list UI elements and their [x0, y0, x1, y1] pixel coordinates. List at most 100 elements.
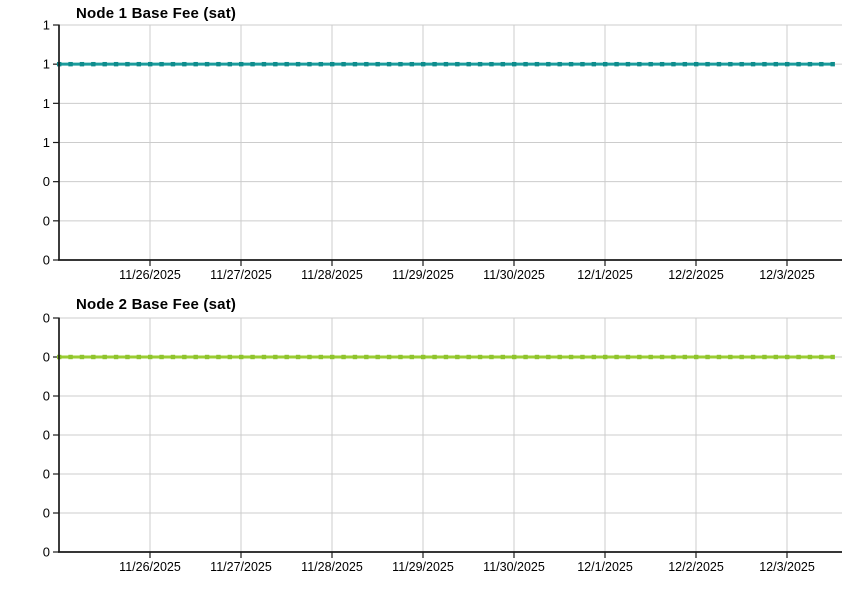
- series-marker: [796, 61, 801, 67]
- series-marker: [125, 354, 130, 360]
- series-marker: [512, 354, 517, 360]
- x-tick-label: 12/3/2025: [759, 560, 815, 574]
- series-marker: [477, 354, 483, 360]
- series-marker: [330, 61, 335, 67]
- series-marker: [750, 61, 756, 67]
- series-marker: [807, 354, 813, 360]
- x-tick-label: 11/28/2025: [301, 560, 363, 574]
- series-marker: [204, 354, 210, 360]
- series-marker: [523, 354, 528, 360]
- series-marker: [625, 61, 631, 67]
- series-marker: [534, 354, 540, 360]
- series-marker: [830, 354, 835, 360]
- series-marker: [512, 61, 517, 67]
- series-marker: [68, 61, 73, 67]
- series-marker: [637, 354, 642, 360]
- series-marker: [785, 354, 790, 360]
- series-marker: [830, 61, 835, 67]
- series-marker: [637, 61, 642, 67]
- series-marker: [386, 61, 392, 67]
- series-marker: [489, 61, 494, 67]
- series-marker: [364, 354, 369, 360]
- y-tick-label: 0: [43, 174, 50, 189]
- x-tick-label: 11/29/2025: [392, 268, 454, 282]
- series-marker: [568, 354, 574, 360]
- series-marker: [443, 61, 449, 67]
- series-marker: [625, 354, 631, 360]
- series-marker: [182, 61, 187, 67]
- series-marker: [750, 354, 756, 360]
- series-marker: [273, 61, 278, 67]
- series-marker: [113, 61, 119, 67]
- series-marker: [705, 354, 710, 360]
- series-marker: [102, 61, 107, 67]
- series-marker: [466, 61, 471, 67]
- x-tick-label: 12/1/2025: [577, 560, 633, 574]
- series-marker: [762, 354, 767, 360]
- series-marker: [603, 354, 608, 360]
- series-marker: [739, 61, 744, 67]
- series-marker: [580, 354, 585, 360]
- series-marker: [193, 61, 198, 67]
- series-marker: [773, 61, 779, 67]
- x-tick-label: 11/29/2025: [392, 560, 454, 574]
- series-marker: [773, 354, 779, 360]
- series-marker: [102, 354, 107, 360]
- y-tick-label: 0: [43, 311, 50, 326]
- series-marker: [716, 354, 722, 360]
- x-tick-label: 11/26/2025: [119, 268, 181, 282]
- series-marker: [603, 61, 608, 67]
- series-marker: [432, 354, 437, 360]
- series-marker: [694, 354, 699, 360]
- series-marker: [659, 61, 665, 67]
- y-tick-label: 1: [43, 135, 50, 150]
- series-marker: [716, 61, 722, 67]
- series-marker: [557, 61, 562, 67]
- series-marker: [239, 354, 244, 360]
- series-marker: [398, 354, 403, 360]
- series-marker: [819, 354, 824, 360]
- y-tick-label: 0: [43, 428, 50, 443]
- series-marker: [807, 61, 813, 67]
- series-marker: [68, 354, 73, 360]
- series-marker: [91, 61, 96, 67]
- y-tick-label: 0: [43, 253, 50, 268]
- y-tick-label: 1: [43, 96, 50, 111]
- series-marker: [500, 354, 506, 360]
- series-marker: [284, 61, 289, 67]
- x-tick-label: 12/3/2025: [759, 268, 815, 282]
- series-marker: [705, 61, 710, 67]
- series-marker: [728, 61, 733, 67]
- series-marker: [614, 354, 619, 360]
- x-tick-label: 11/28/2025: [301, 268, 363, 282]
- x-tick-label: 12/2/2025: [668, 268, 724, 282]
- series-marker: [261, 354, 267, 360]
- series-marker: [614, 61, 619, 67]
- series-marker: [136, 354, 142, 360]
- series-marker: [148, 354, 153, 360]
- series-marker: [159, 61, 164, 67]
- series-marker: [409, 61, 415, 67]
- series-marker: [307, 354, 312, 360]
- series-marker: [455, 354, 460, 360]
- series-marker: [580, 61, 585, 67]
- series-marker: [295, 354, 301, 360]
- series-marker: [682, 354, 688, 360]
- series-marker: [216, 354, 221, 360]
- series-marker: [318, 354, 324, 360]
- series-marker: [443, 354, 449, 360]
- series-marker: [682, 61, 688, 67]
- y-tick-label: 0: [43, 350, 50, 365]
- series-marker: [591, 61, 597, 67]
- series-marker: [148, 61, 153, 67]
- series-marker: [170, 354, 176, 360]
- series-marker: [659, 354, 665, 360]
- series-marker: [193, 354, 198, 360]
- y-tick-label: 0: [43, 506, 50, 521]
- series-marker: [466, 354, 471, 360]
- series-marker: [796, 354, 801, 360]
- series-marker: [159, 354, 164, 360]
- series-marker: [375, 61, 380, 67]
- series-marker: [432, 61, 437, 67]
- series-marker: [136, 61, 142, 67]
